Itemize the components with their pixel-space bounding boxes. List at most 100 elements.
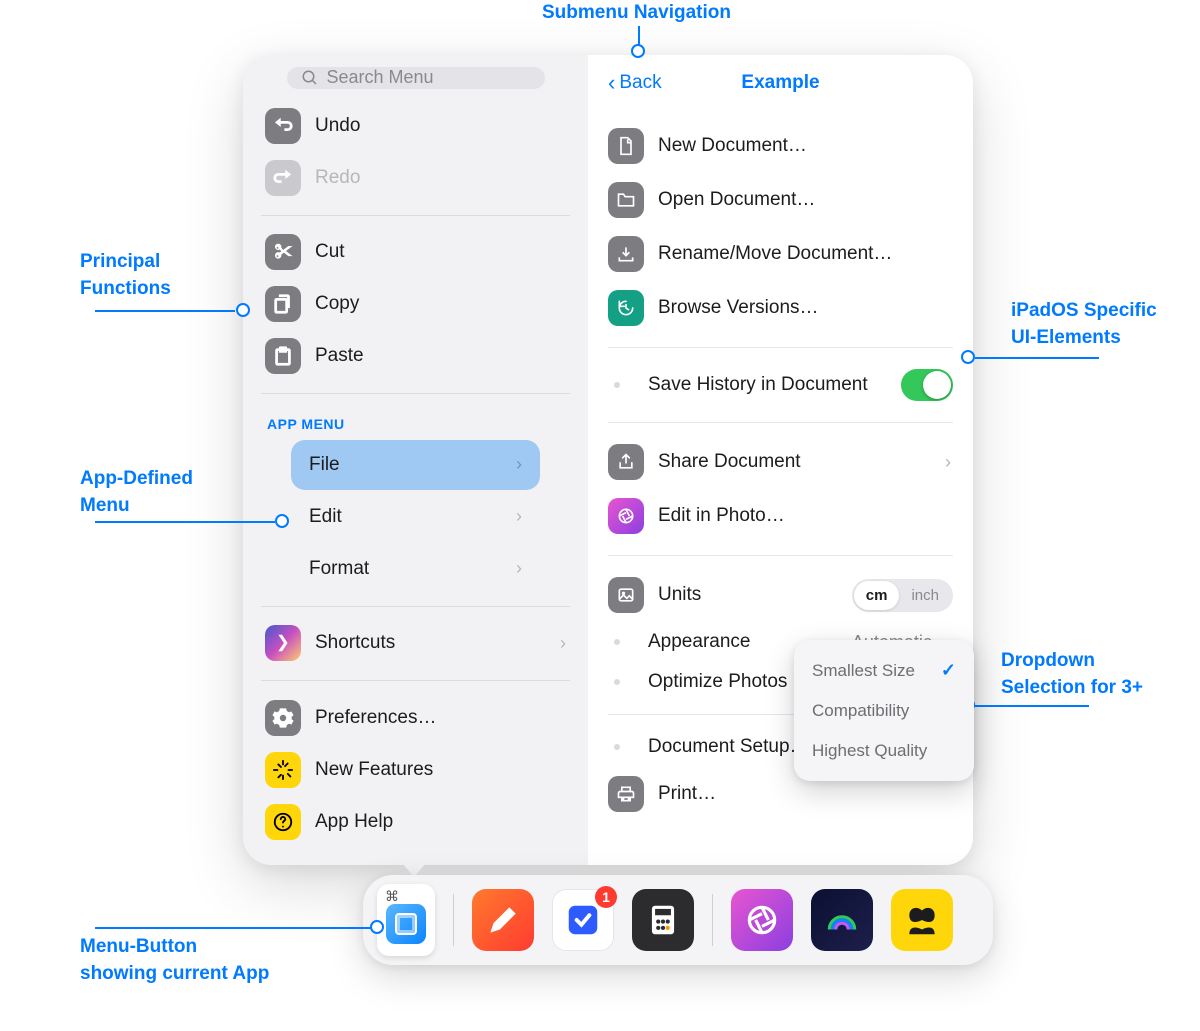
history-icon xyxy=(608,290,644,326)
folder-icon xyxy=(608,182,644,218)
dock-app-3[interactable] xyxy=(632,889,694,951)
notification-badge: 1 xyxy=(595,886,617,908)
dock-app-6[interactable] xyxy=(891,889,953,951)
menu-label: Browse Versions… xyxy=(658,297,953,319)
preferences-item[interactable]: Preferences… xyxy=(257,693,574,743)
menu-label: Rename/Move Document… xyxy=(658,243,953,265)
shortcuts-icon xyxy=(265,625,301,661)
checkmark-icon: ✓ xyxy=(941,660,956,681)
paste-icon xyxy=(265,338,301,374)
callout-dropdown: Dropdown Selection for 3+ xyxy=(1001,648,1143,701)
leader-line xyxy=(975,705,1089,707)
menu-label: Redo xyxy=(315,167,360,189)
callout-ipados-elements: iPadOS Specific UI-Elements xyxy=(1011,298,1157,351)
segment-inch[interactable]: inch xyxy=(899,581,951,610)
option-label: Compatibility xyxy=(812,701,909,721)
aperture-icon xyxy=(743,901,781,939)
chevron-right-icon: › xyxy=(560,633,566,654)
detail-header: ‹ Back Example xyxy=(588,61,973,105)
dock-divider xyxy=(712,894,713,946)
printer-icon xyxy=(608,776,644,812)
save-history-toggle[interactable] xyxy=(901,369,953,401)
chevron-right-icon: › xyxy=(516,558,522,579)
menu-label: File xyxy=(309,454,340,476)
rename-icon xyxy=(608,236,644,272)
bullet xyxy=(614,639,620,645)
leader-line xyxy=(95,927,371,929)
app-menu-edit[interactable]: Edit › xyxy=(291,492,540,542)
separator xyxy=(261,215,570,216)
separator xyxy=(261,393,570,394)
rainbow-icon xyxy=(823,901,861,939)
undo-item[interactable]: Undo xyxy=(257,101,574,151)
image-icon xyxy=(608,577,644,613)
separator xyxy=(261,606,570,607)
separator xyxy=(261,680,570,681)
menu-label: Shortcuts xyxy=(315,632,546,654)
bullet xyxy=(614,679,620,685)
new-document-item[interactable]: New Document… xyxy=(588,119,973,173)
menu-label: Undo xyxy=(315,115,360,137)
dock-app-5[interactable] xyxy=(811,889,873,951)
menu-label: New Features xyxy=(315,759,433,781)
menu-label: Format xyxy=(309,558,369,580)
chevron-right-icon: › xyxy=(516,454,522,475)
search-input[interactable]: Search Menu xyxy=(287,67,545,89)
dropdown-option-highest[interactable]: Highest Quality xyxy=(794,731,974,771)
dropdown-option-smallest[interactable]: Smallest Size ✓ xyxy=(794,650,974,691)
option-label: Highest Quality xyxy=(812,741,927,761)
dock-app-4[interactable] xyxy=(731,889,793,951)
chevron-right-icon: › xyxy=(945,452,951,473)
search-icon xyxy=(301,69,319,87)
redo-item: Redo xyxy=(257,153,574,203)
butterfly-icon xyxy=(903,901,941,939)
units-segmented[interactable]: cm inch xyxy=(852,579,953,612)
leader-line xyxy=(638,26,640,46)
menu-sidebar: Search Menu Undo Redo Cut Copy Paste APP… xyxy=(243,55,588,865)
current-app-icon xyxy=(386,904,426,944)
optimize-dropdown[interactable]: Smallest Size ✓ Compatibility Highest Qu… xyxy=(794,640,974,781)
cut-item[interactable]: Cut xyxy=(257,227,574,277)
dropdown-option-compatibility[interactable]: Compatibility xyxy=(794,691,974,731)
option-label: Smallest Size xyxy=(812,661,915,681)
shortcuts-item[interactable]: Shortcuts › xyxy=(257,618,574,668)
menu-label: New Document… xyxy=(658,135,953,157)
new-features-item[interactable]: New Features xyxy=(257,745,574,795)
separator xyxy=(608,347,953,348)
paste-item[interactable]: Paste xyxy=(257,331,574,381)
chevron-right-icon: › xyxy=(516,506,522,527)
menu-button-current-app[interactable]: ⌘ xyxy=(377,884,435,956)
document-icon xyxy=(608,128,644,164)
callout-submenu-navigation: Submenu Navigation xyxy=(542,0,731,27)
copy-item[interactable]: Copy xyxy=(257,279,574,329)
app-menu-header: APP MENU xyxy=(257,406,574,438)
undo-icon xyxy=(265,108,301,144)
bullet xyxy=(614,744,620,750)
app-menu-file[interactable]: File › xyxy=(291,440,540,490)
segment-cm[interactable]: cm xyxy=(854,581,900,610)
app-menu-format[interactable]: Format › xyxy=(291,544,540,594)
menu-label: Cut xyxy=(315,241,345,263)
copy-icon xyxy=(265,286,301,322)
edit-in-photo-item[interactable]: Edit in Photo… xyxy=(588,489,973,543)
chevron-left-icon: ‹ xyxy=(608,72,615,94)
separator xyxy=(608,422,953,423)
command-icon: ⌘ xyxy=(385,888,399,905)
pencil-icon xyxy=(484,901,522,939)
menu-label: Save History in Document xyxy=(648,374,887,396)
share-document-item[interactable]: Share Document › xyxy=(588,435,973,489)
app-help-item[interactable]: App Help xyxy=(257,797,574,847)
rename-document-item[interactable]: Rename/Move Document… xyxy=(588,227,973,281)
gear-icon xyxy=(265,700,301,736)
search-placeholder: Search Menu xyxy=(327,67,434,88)
calculator-icon xyxy=(644,901,682,939)
open-document-item[interactable]: Open Document… xyxy=(588,173,973,227)
menu-label: Units xyxy=(658,584,838,606)
dock-app-2[interactable]: 1 xyxy=(552,889,614,951)
dock-app-1[interactable] xyxy=(472,889,534,951)
leader-line xyxy=(95,310,235,312)
menu-label: Open Document… xyxy=(658,189,953,211)
callout-menu-button: Menu-Button showing current App xyxy=(80,934,269,987)
browse-versions-item[interactable]: Browse Versions… xyxy=(588,281,973,335)
back-button[interactable]: ‹ Back xyxy=(608,72,662,94)
